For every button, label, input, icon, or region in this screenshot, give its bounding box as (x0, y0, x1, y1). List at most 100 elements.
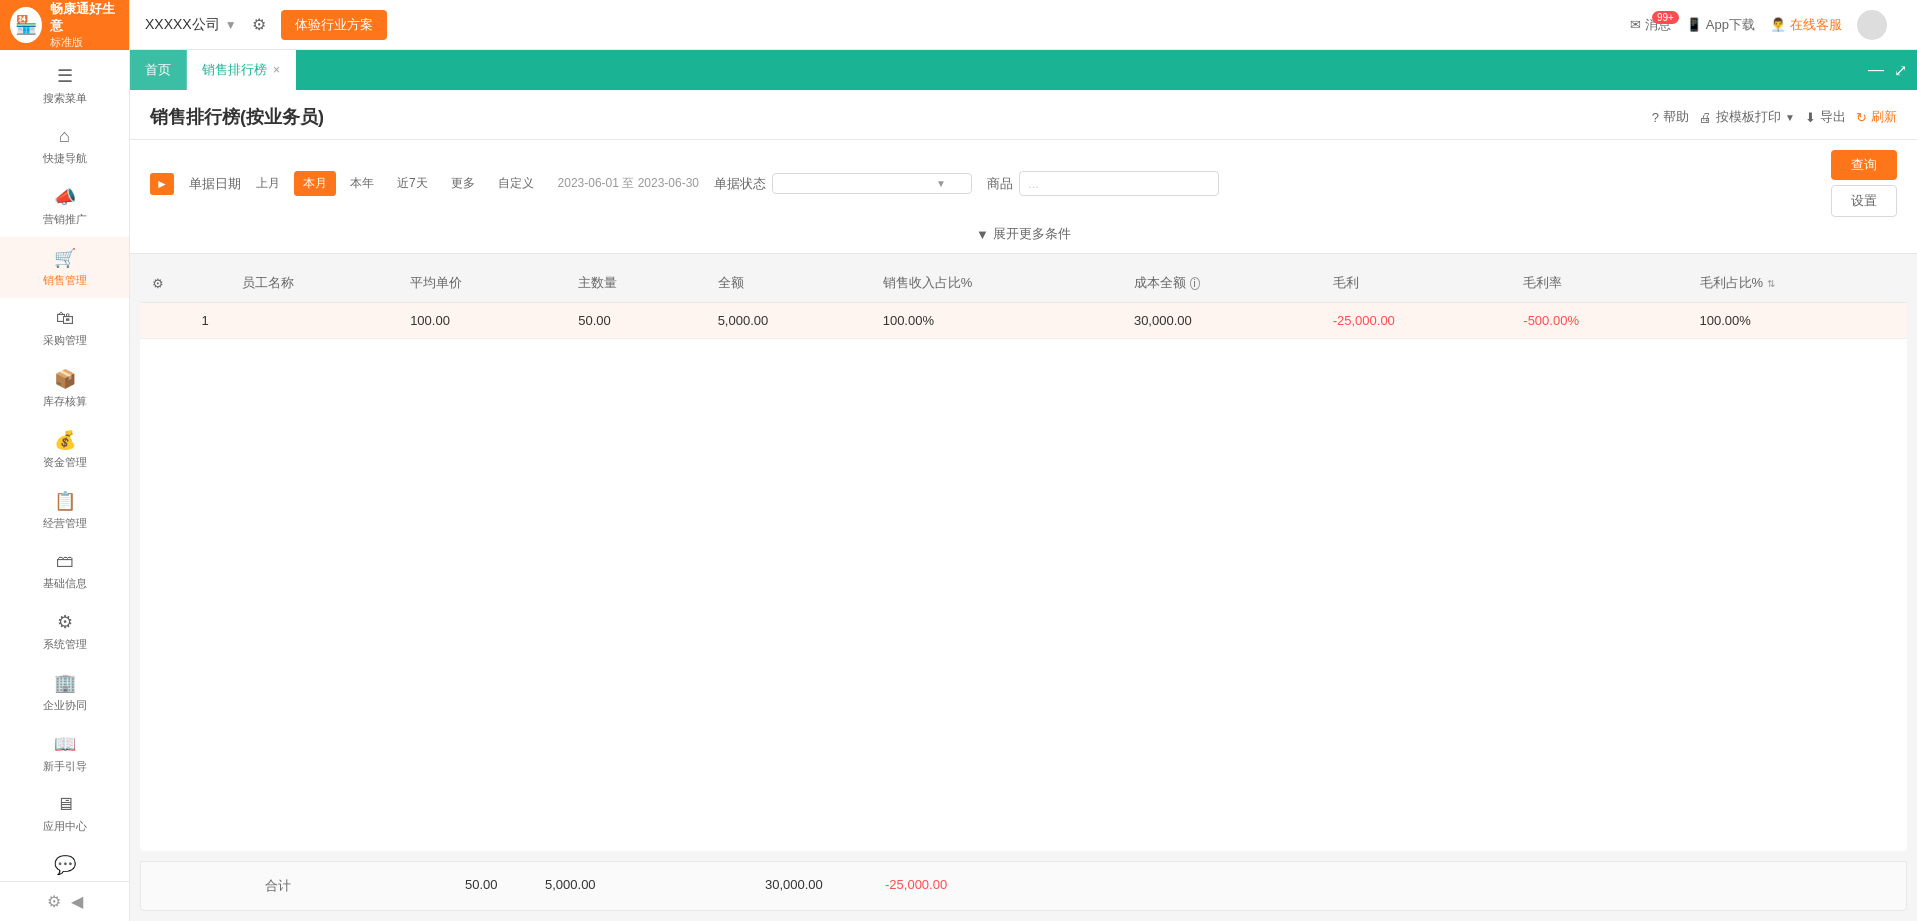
sidebar-item-guide[interactable]: 📖 新手引导 (0, 723, 129, 784)
goods-input[interactable]: ... (1019, 171, 1219, 196)
tab-home[interactable]: 首页 (130, 50, 187, 90)
col-header-qty: 主数量 (566, 264, 705, 303)
service-label: 在线客服 (1790, 16, 1842, 34)
table-wrapper: ⚙ 员工名称 平均单价 主数量 全额 销售收入占比% 成本全额 i 毛利 毛利率… (140, 264, 1907, 851)
date-btn-current-year[interactable]: 本年 (341, 171, 383, 196)
table-header: ⚙ 员工名称 平均单价 主数量 全额 销售收入占比% 成本全额 i 毛利 毛利率… (140, 264, 1907, 303)
footer-sales-pct (633, 872, 753, 900)
sidebar-item-search[interactable]: ☰ 搜索菜单 (0, 55, 129, 116)
date-filter-label: 单据日期 (189, 175, 241, 193)
col-header-profit: 毛利 (1321, 264, 1512, 303)
app-download-button[interactable]: 📱 App下载 (1686, 16, 1755, 34)
content-area: 销售排行榜(按业务员) ? 帮助 🖨 按模板打印 ▼ ⬇ 导出 ↻ 刷新 (130, 90, 1917, 921)
col-header-avg-price: 平均单价 (398, 264, 566, 303)
sidebar-label-guide: 新手引导 (43, 759, 87, 774)
sidebar-item-inventory[interactable]: 📦 库存核算 (0, 358, 129, 419)
page-title: 销售排行榜(按业务员) (150, 105, 324, 129)
row-rank: 1 (180, 303, 230, 339)
sidebar-item-system[interactable]: ⚙ 系统管理 (0, 601, 129, 662)
topbar-settings-icon[interactable]: ⚙ (252, 15, 266, 34)
sidebar-item-wechat[interactable]: 💬 企业微信 (0, 844, 129, 881)
tabbar: 首页 销售排行榜 × — ⤢ (130, 50, 1917, 90)
date-btn-more[interactable]: 更多 (442, 171, 484, 196)
status-filter-label: 单据状态 (714, 175, 766, 193)
sidebar-collapse-button[interactable]: ◀ (71, 892, 83, 911)
filter-status-item: 单据状态 ▼ (714, 173, 972, 194)
app-icon: 📱 (1686, 17, 1702, 32)
sidebar-item-shortcut[interactable]: ⌂ 快捷导航 (0, 116, 129, 176)
sidebar-item-marketing[interactable]: 📣 营销推广 (0, 176, 129, 237)
filter-toggle-icon[interactable]: ► (150, 173, 174, 195)
column-settings-button[interactable]: 设置 (1831, 185, 1897, 217)
system-icon: ⚙ (57, 611, 73, 633)
sidebar-label-enterprise: 企业协同 (43, 698, 87, 713)
message-badge: 99+ (1652, 11, 1679, 24)
trial-button[interactable]: 体验行业方案 (281, 10, 387, 40)
cost-info-icon: i (1190, 277, 1200, 290)
footer-label: 合计 (253, 872, 353, 900)
sidebar-item-enterprise[interactable]: 🏢 企业协同 (0, 662, 129, 723)
export-button[interactable]: ⬇ 导出 (1805, 108, 1846, 126)
table-header-row: ⚙ 员工名称 平均单价 主数量 全额 销售收入占比% 成本全额 i 毛利 毛利率… (140, 264, 1907, 303)
query-button[interactable]: 查询 (1831, 150, 1897, 180)
col-header-profit-pct: 毛利占比% ⇅ (1688, 264, 1907, 303)
sidebar-label-operation: 经营管理 (43, 516, 87, 531)
sidebar-settings-button[interactable]: ⚙ (47, 892, 61, 911)
company-name: XXXXX公司 (145, 16, 220, 34)
sidebar-item-finance[interactable]: 💰 资金管理 (0, 419, 129, 480)
marketing-icon: 📣 (54, 186, 76, 208)
company-selector[interactable]: XXXXX公司 ▼ (145, 16, 237, 34)
date-btn-last-month[interactable]: 上月 (247, 171, 289, 196)
data-table: ⚙ 员工名称 平均单价 主数量 全额 销售收入占比% 成本全额 i 毛利 毛利率… (140, 264, 1907, 339)
print-button[interactable]: 🖨 按模板打印 ▼ (1699, 108, 1795, 126)
company-dropdown-icon: ▼ (225, 18, 237, 32)
sidebar-item-appstore[interactable]: 🖥 应用中心 (0, 784, 129, 844)
topbar-right: ✉ 消息 99+ 📱 App下载 👨‍💼 在线客服 (1630, 10, 1902, 40)
row-avg-price: 100.00 (398, 303, 566, 339)
table-body: 1 100.00 50.00 5,000.00 100.00% 30,000.0… (140, 303, 1907, 339)
tab-sales-ranking[interactable]: 销售排行榜 × (187, 50, 296, 90)
sidebar-item-operation[interactable]: 📋 经营管理 (0, 480, 129, 541)
tab-close-icon[interactable]: × (273, 63, 280, 77)
date-btn-7days[interactable]: 近7天 (388, 171, 437, 196)
filter-bar: ► 单据日期 上月 本月 本年 近7天 更多 自定义 2023-06-01 至 … (130, 140, 1917, 254)
row-qty: 50.00 (566, 303, 705, 339)
row-sales-pct: 100.00% (871, 303, 1122, 339)
enterprise-icon: 🏢 (54, 672, 76, 694)
basic-icon: 🗃 (56, 551, 74, 572)
col-header-settings[interactable]: ⚙ (140, 264, 180, 303)
sidebar-label-basic: 基础信息 (43, 576, 87, 591)
message-button[interactable]: ✉ 消息 99+ (1630, 16, 1671, 34)
home-icon: ⌂ (59, 126, 70, 147)
sidebar-item-purchase[interactable]: 🛍 采购管理 (0, 298, 129, 358)
col-header-margin: 毛利率 (1511, 264, 1687, 303)
col-header-sales-pct: 销售收入占比% (871, 264, 1122, 303)
export-icon: ⬇ (1805, 110, 1816, 125)
sidebar-item-basic[interactable]: 🗃 基础信息 (0, 541, 129, 601)
avatar (1857, 10, 1887, 40)
expand-label: 展开更多条件 (993, 225, 1071, 243)
home-tab-label: 首页 (145, 61, 171, 79)
table-footer: 合计 50.00 5,000.00 30,000.00 -25,000.00 (140, 861, 1907, 911)
sidebar-item-sales[interactable]: 🛒 销售管理 (0, 237, 129, 298)
tab-minimize-icon[interactable]: — (1868, 61, 1884, 79)
col-header-name: 员工名称 (230, 264, 398, 303)
service-icon: 👨‍💼 (1770, 17, 1786, 32)
online-service-button[interactable]: 👨‍💼 在线客服 (1770, 16, 1842, 34)
col-header-cost: 成本全额 i (1122, 264, 1321, 303)
expand-icon: ▼ (976, 227, 989, 242)
expand-conditions-button[interactable]: ▼ 展开更多条件 (976, 225, 1071, 243)
expand-row: ▼ 展开更多条件 (150, 225, 1897, 243)
help-icon: ? (1652, 110, 1659, 125)
logo-line2: 标准版 (50, 35, 119, 49)
row-settings (140, 303, 180, 339)
status-select[interactable]: ▼ (772, 173, 972, 194)
date-btn-current-month[interactable]: 本月 (294, 171, 336, 196)
sidebar: 🏪 畅康通好生意 标准版 ☰ 搜索菜单 ⌂ 快捷导航 📣 营销推广 🛒 销售管理… (0, 0, 130, 921)
refresh-button[interactable]: ↻ 刷新 (1856, 108, 1897, 126)
date-btn-custom[interactable]: 自定义 (489, 171, 543, 196)
print-icon: 🖨 (1699, 110, 1712, 125)
sidebar-label-purchase: 采购管理 (43, 333, 87, 348)
tab-maximize-icon[interactable]: ⤢ (1894, 61, 1907, 80)
help-button[interactable]: ? 帮助 (1652, 108, 1689, 126)
